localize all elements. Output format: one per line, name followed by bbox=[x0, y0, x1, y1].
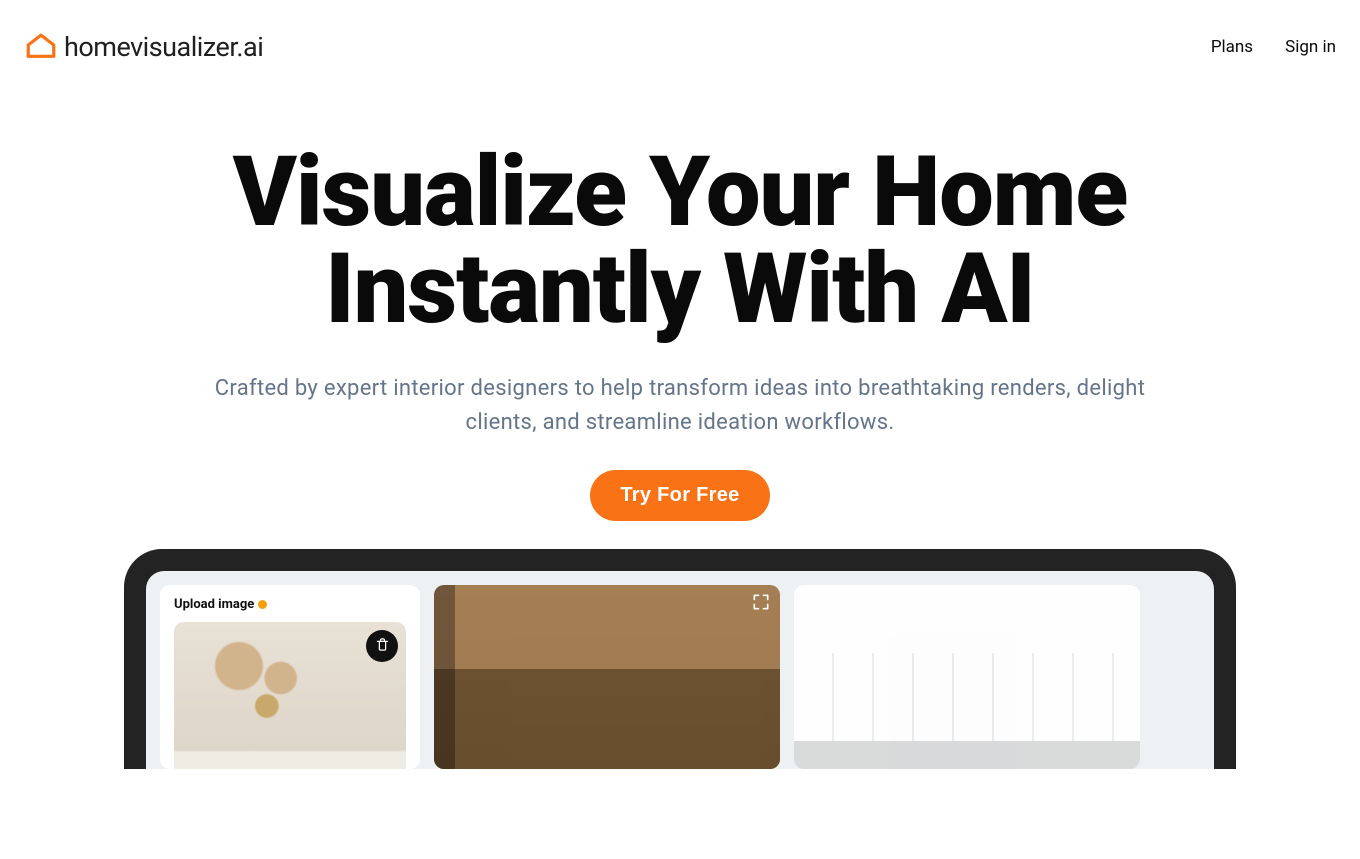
nav-sign-in[interactable]: Sign in bbox=[1285, 37, 1336, 57]
render-image-2[interactable] bbox=[794, 585, 1140, 769]
top-nav: Plans Sign in bbox=[1211, 37, 1336, 57]
trash-icon bbox=[375, 637, 390, 656]
render-panel-1 bbox=[434, 585, 780, 769]
try-for-free-button[interactable]: Try For Free bbox=[590, 470, 769, 521]
brand-name: homevisualizer.ai bbox=[64, 31, 263, 63]
expand-button[interactable] bbox=[750, 593, 772, 615]
upload-panel: Upload image bbox=[160, 585, 420, 769]
site-header: homevisualizer.ai Plans Sign in bbox=[0, 0, 1360, 88]
brand-logo[interactable]: homevisualizer.ai bbox=[24, 30, 263, 64]
upload-label: Upload image bbox=[174, 597, 406, 612]
hero-section: Visualize Your Home Instantly With AI Cr… bbox=[130, 144, 1230, 521]
tablet-bezel: Upload image bbox=[124, 549, 1236, 769]
nav-plans[interactable]: Plans bbox=[1211, 37, 1253, 57]
hero-title: Visualize Your Home Instantly With AI bbox=[130, 144, 1230, 338]
tablet-screen: Upload image bbox=[146, 571, 1214, 769]
hero-subtitle: Crafted by expert interior designers to … bbox=[200, 372, 1160, 440]
upload-label-text: Upload image bbox=[174, 597, 254, 612]
expand-icon bbox=[751, 592, 771, 616]
render-panel-2 bbox=[794, 585, 1140, 769]
render-image-1[interactable] bbox=[434, 585, 780, 769]
uploaded-image-thumb[interactable] bbox=[174, 622, 406, 769]
house-icon bbox=[24, 30, 58, 64]
delete-upload-button[interactable] bbox=[366, 630, 398, 662]
device-mockup: Upload image bbox=[124, 549, 1236, 769]
required-dot-icon bbox=[258, 600, 267, 609]
